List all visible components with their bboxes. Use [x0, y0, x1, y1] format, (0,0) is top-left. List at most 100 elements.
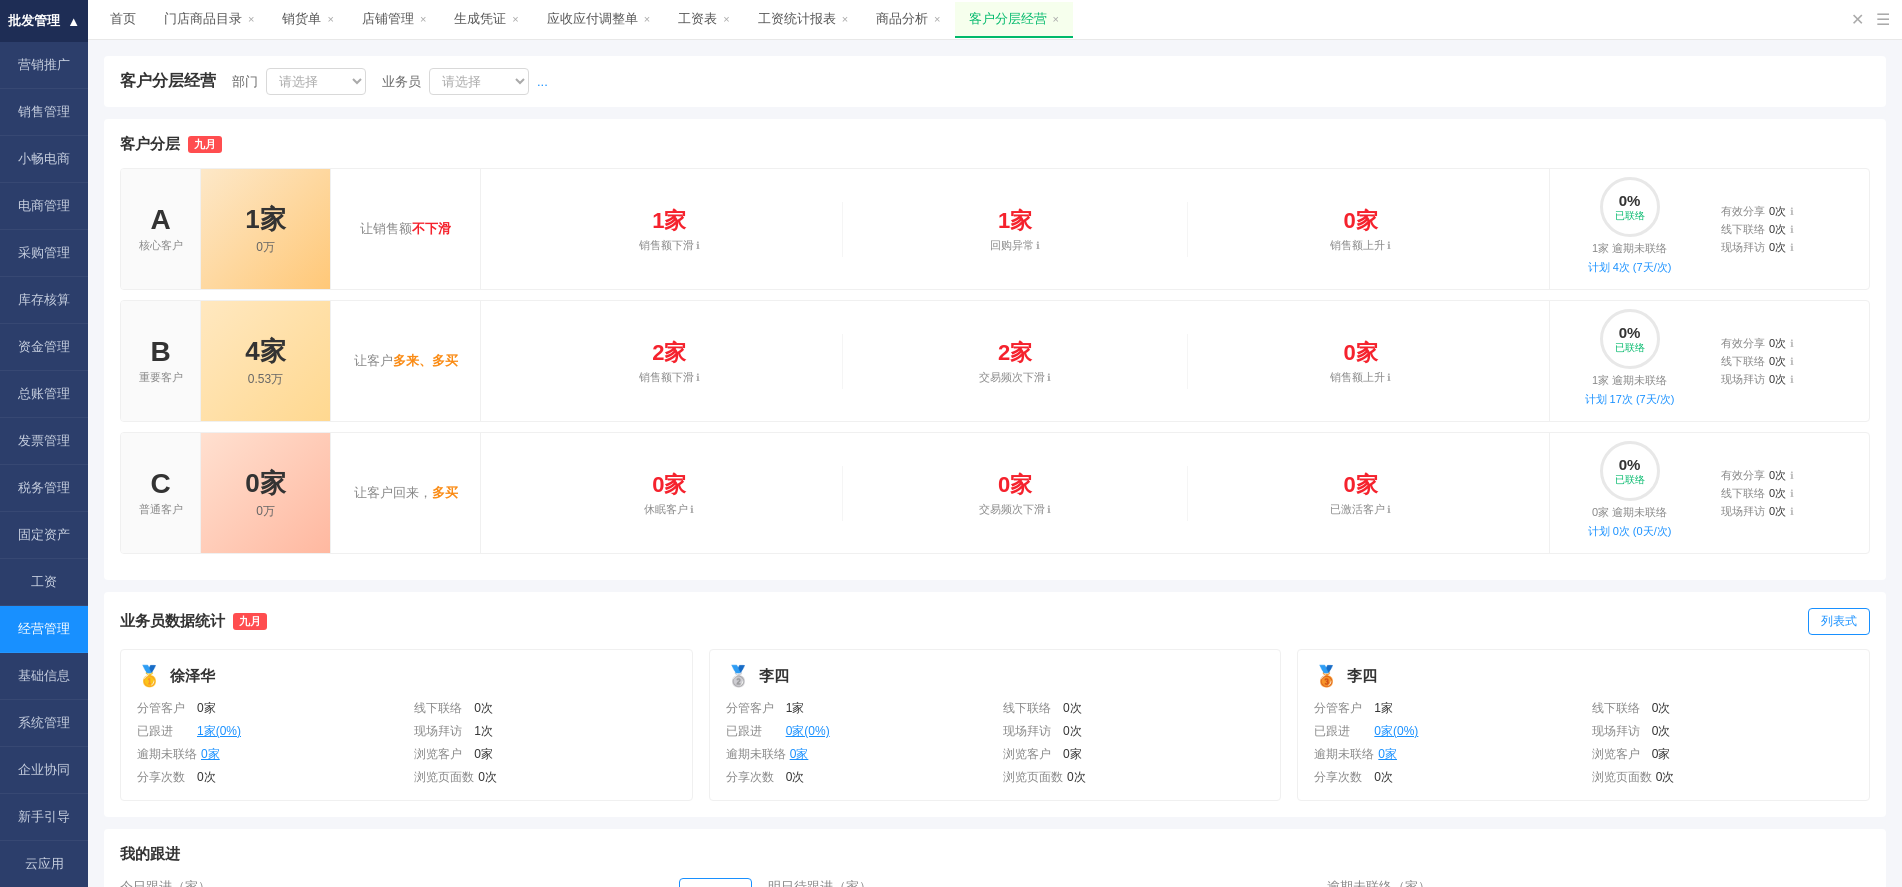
sidebar-item-kucun[interactable]: 库存核算 — [0, 277, 88, 324]
tier-right-stats-A: 有效分享 0次 ℹ 线下联络 0次 ℹ 现场拜访 0次 ℹ — [1709, 169, 1869, 289]
tier-stats-C: 0家 休眠客户 ℹ 0家 交易频次下滑 ℹ 0家 已激活客户 ℹ — [481, 433, 1549, 553]
tab-close-goods[interactable]: × — [934, 13, 940, 25]
tier-stat-info-C-0[interactable]: ℹ — [690, 504, 694, 515]
sidebar-item-yingxiao[interactable]: 营销推广 — [0, 42, 88, 89]
tab-voucher[interactable]: 生成凭证 × — [440, 2, 532, 38]
goto-followup-button[interactable]: 去跟进 — [679, 878, 752, 887]
staff-name-1: 李四 — [759, 667, 789, 686]
staff-select[interactable]: 请选择 — [429, 68, 529, 95]
staff-stat-val-0-2[interactable]: 1家(0%) — [197, 723, 241, 740]
tab-wages[interactable]: 工资表 × — [664, 2, 743, 38]
staff-name-0: 徐泽华 — [170, 667, 215, 686]
tier-contact-circle-A: 0% 已联络 — [1600, 177, 1660, 237]
tab-close-customer[interactable]: × — [1053, 13, 1059, 25]
sidebar-item-zijin[interactable]: 资金管理 — [0, 324, 88, 371]
sidebar-item-jichu[interactable]: 基础信息 — [0, 653, 88, 700]
sidebar-item-xitong[interactable]: 系统管理 — [0, 700, 88, 747]
sidebar-item-jingying[interactable]: 经营管理 — [0, 606, 88, 653]
staff-medal-0: 🥇 — [137, 664, 162, 688]
tab-label-voucher: 生成凭证 — [454, 10, 506, 28]
tier-right-info-B-1[interactable]: ℹ — [1790, 356, 1794, 367]
tab-store[interactable]: 店铺管理× — [348, 2, 440, 38]
tier-right-info-C-2[interactable]: ℹ — [1790, 506, 1794, 517]
sidebar-item-gudingzichan[interactable]: 固定资产 — [0, 512, 88, 559]
sidebar-item-gongzi[interactable]: 工资 — [0, 559, 88, 606]
tab-home[interactable]: 首页 — [96, 2, 150, 38]
tier-right-info-B-0[interactable]: ℹ — [1790, 338, 1794, 349]
sidebar-collapse-icon[interactable]: ▲ — [67, 14, 80, 29]
tab-close-products[interactable]: × — [248, 13, 254, 25]
tier-stat-info-A-2[interactable]: ℹ — [1387, 240, 1391, 251]
tier-stat-info-C-2[interactable]: ℹ — [1387, 504, 1391, 515]
sidebar-item-xiaoshou[interactable]: 销售管理 — [0, 89, 88, 136]
tab-products[interactable]: 门店商品目录× — [150, 2, 268, 38]
tier-right-info-B-2[interactable]: ℹ — [1790, 374, 1794, 385]
sidebar-item-fapiao[interactable]: 发票管理 — [0, 418, 88, 465]
tab-goods[interactable]: 商品分析× — [862, 2, 954, 38]
staff-stat-0-2: 已跟进 1家(0%) — [137, 723, 398, 740]
staff-stat-val-1-7: 0次 — [1067, 769, 1086, 786]
sidebar-item-shuiwu[interactable]: 税务管理 — [0, 465, 88, 512]
sidebar-item-xiaodian[interactable]: 小畅电商 — [0, 136, 88, 183]
tab-payable[interactable]: 应收应付调整单× — [533, 2, 664, 38]
tier-contact-circle-B: 0% 已联络 — [1600, 309, 1660, 369]
tier-stat-C-2: 0家 已激活客户 ℹ — [1188, 466, 1533, 521]
tier-count-A: 1家 — [245, 202, 285, 237]
tier-stat-A-1: 1家 回购异常 ℹ — [843, 202, 1189, 257]
tab-close-store[interactable]: × — [420, 13, 426, 25]
staff-stat-1-1: 线下联络 0次 — [1003, 700, 1264, 717]
tier-stat-info-A-0[interactable]: ℹ — [696, 240, 700, 251]
tier-right-stat-C-0: 有效分享 0次 ℹ — [1721, 468, 1857, 483]
sidebar-item-yunyingyong[interactable]: 云应用 — [0, 841, 88, 887]
tier-stat-info-A-1[interactable]: ℹ — [1036, 240, 1040, 251]
staff-label: 业务员 — [382, 73, 421, 91]
tab-close-sales[interactable]: × — [327, 13, 333, 25]
tier-row-B: B 重要客户 4家 0.53万 让客户多来、多买 2家 销售额下滑 ℹ 2家 交… — [120, 300, 1870, 422]
staff-stat-val-2-2[interactable]: 0家(0%) — [1374, 723, 1418, 740]
staff-stat-val-1-4[interactable]: 0家 — [790, 746, 809, 763]
staff-stat-0-5: 浏览客户 0家 — [414, 746, 675, 763]
sidebar-header[interactable]: 批发管理 ▲ — [0, 0, 88, 42]
tier-right-stat-A-2: 现场拜访 0次 ℹ — [1721, 240, 1857, 255]
tier-stat-info-B-0[interactable]: ℹ — [696, 372, 700, 383]
tier-right-info-C-1[interactable]: ℹ — [1790, 488, 1794, 499]
tab-customer[interactable]: 客户分层经营× — [955, 2, 1073, 38]
tab-close-all-icon[interactable]: ✕ — [1851, 10, 1864, 29]
tab-close-payable[interactable]: × — [644, 13, 650, 25]
sidebar-item-dianshang[interactable]: 电商管理 — [0, 183, 88, 230]
tier-stat-info-B-2[interactable]: ℹ — [1387, 372, 1391, 383]
tier-right-info-A-2[interactable]: ℹ — [1790, 242, 1794, 253]
tab-close-wagereport[interactable]: × — [842, 13, 848, 25]
tier-right-info-A-0[interactable]: ℹ — [1790, 206, 1794, 217]
tier-stat-count-B-2: 0家 — [1344, 338, 1378, 368]
staff-stat-val-1-2[interactable]: 0家(0%) — [786, 723, 830, 740]
staff-stat-val-2-4[interactable]: 0家 — [1378, 746, 1397, 763]
tier-stat-count-C-1: 0家 — [998, 470, 1032, 500]
staff-stat-2-6: 分享次数 0次 — [1314, 769, 1575, 786]
tab-more-icon[interactable]: ☰ — [1876, 10, 1890, 29]
tier-amount-C: 0万 — [256, 503, 275, 520]
tier-amount-B: 0.53万 — [248, 371, 283, 388]
staff-stat-val-0-4[interactable]: 0家 — [201, 746, 220, 763]
sidebar-item-zhangmu[interactable]: 总账管理 — [0, 371, 88, 418]
tab-label-wagereport: 工资统计报表 — [758, 10, 836, 28]
sidebar-item-qiyexieyou[interactable]: 企业协同 — [0, 747, 88, 794]
tab-close-voucher[interactable]: × — [512, 13, 518, 25]
list-view-button[interactable]: 列表式 — [1808, 608, 1870, 635]
tab-close-wages[interactable]: × — [723, 13, 729, 25]
filter-more-icon[interactable]: ... — [537, 74, 548, 89]
tab-wagereport[interactable]: 工资统计报表 × — [744, 2, 862, 38]
dept-select[interactable]: 请选择 — [266, 68, 366, 95]
sidebar-item-caigou[interactable]: 采购管理 — [0, 230, 88, 277]
tab-label-wages: 工资表 — [678, 10, 717, 28]
tier-main-B: 4家 0.53万 — [201, 301, 331, 421]
tier-stat-info-C-1[interactable]: ℹ — [1047, 504, 1051, 515]
tier-stat-info-B-1[interactable]: ℹ — [1047, 372, 1051, 383]
tab-sales[interactable]: 销货单× — [268, 2, 347, 38]
tier-count-B: 4家 — [245, 334, 285, 369]
tier-right-info-C-0[interactable]: ℹ — [1790, 470, 1794, 481]
staff-stat-0-6: 分享次数 0次 — [137, 769, 398, 786]
tier-right-info-A-1[interactable]: ℹ — [1790, 224, 1794, 235]
sidebar-item-xinshou[interactable]: 新手引导 — [0, 794, 88, 841]
staff-stat-1-5: 浏览客户 0家 — [1003, 746, 1264, 763]
